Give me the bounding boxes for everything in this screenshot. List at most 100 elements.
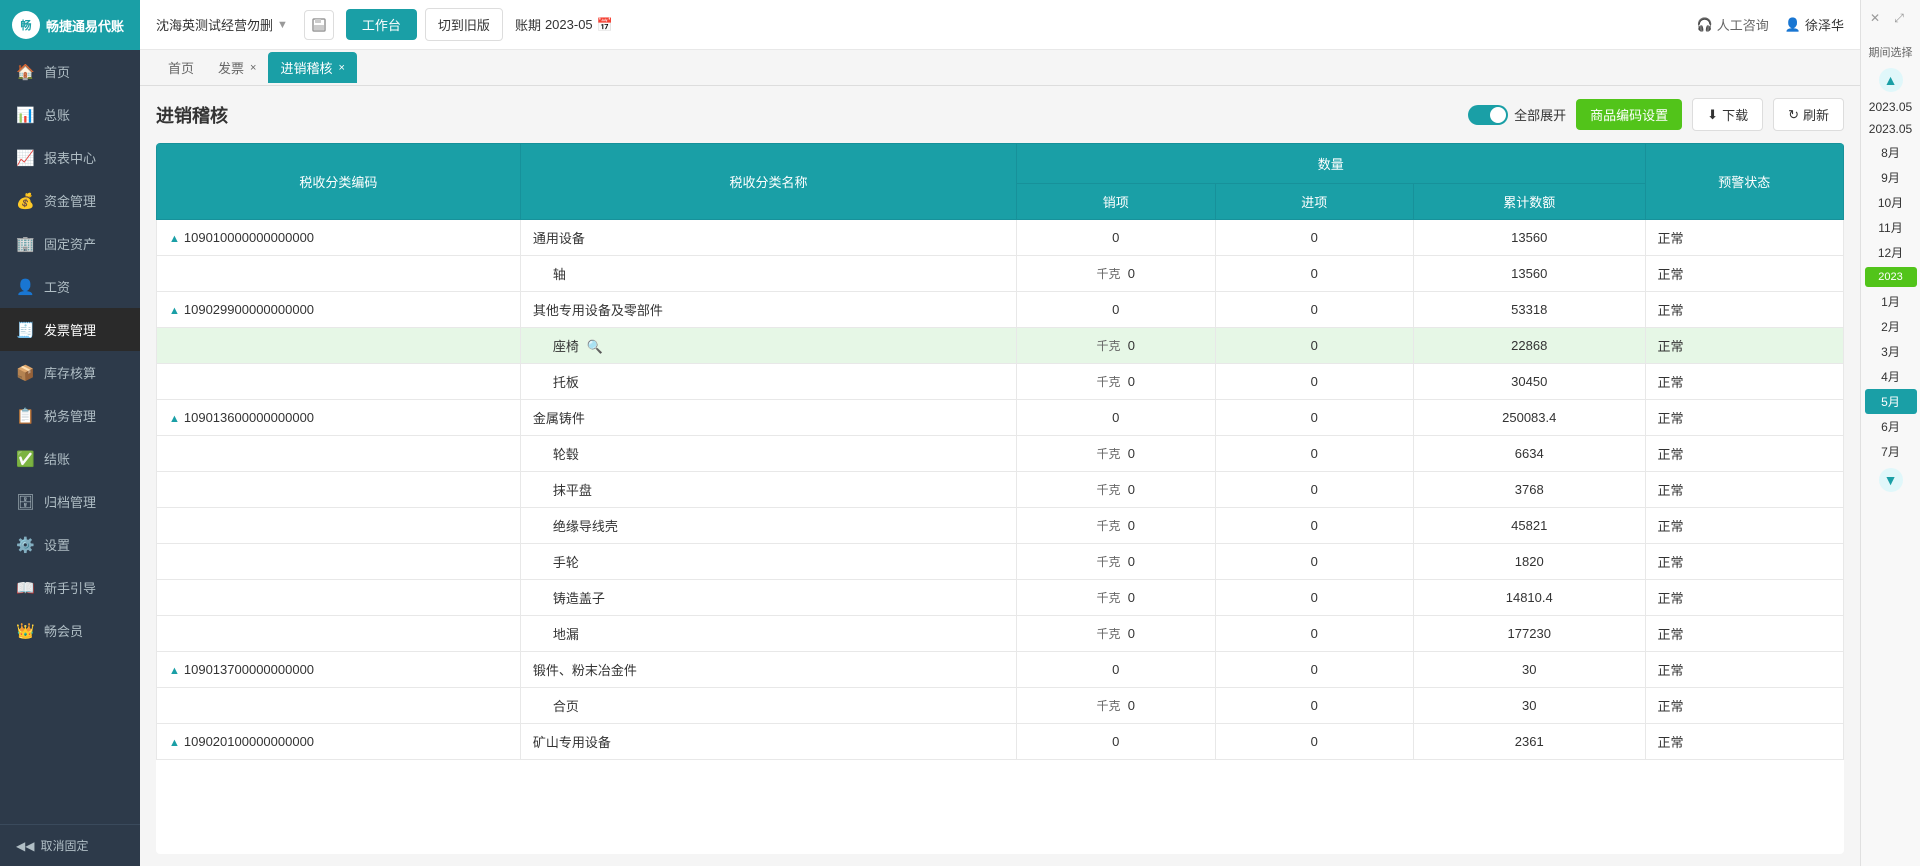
th-quantity-group: 数量 [1017, 144, 1645, 184]
period-item-14[interactable]: 7月 [1865, 439, 1917, 464]
period-item-7[interactable]: 2023 [1865, 267, 1917, 287]
period-item-5[interactable]: 11月 [1865, 215, 1917, 240]
collapse-icon-14[interactable]: ▲ [169, 737, 180, 749]
period-scroll-up[interactable]: ▲ [1879, 68, 1903, 92]
sidebar-item-总账[interactable]: 📊 总账 [0, 93, 140, 136]
td-sale: 千克 0 [1017, 256, 1215, 292]
sidebar-footer[interactable]: ◀◀ 取消固定 [0, 824, 140, 866]
period-item-12[interactable]: 5月 [1865, 389, 1917, 414]
page-actions: 全部展开 商品编码设置 ⬇ 下载 ↻ 刷新 [1468, 98, 1844, 131]
search-icon-3[interactable]: 🔍 [587, 339, 603, 354]
tab-进销稽核[interactable]: 进销稽核× [268, 52, 356, 83]
user-menu[interactable]: 👤 徐泽华 [1785, 15, 1844, 34]
collapse-icon-12[interactable]: ▲ [169, 665, 180, 677]
refresh-button[interactable]: ↻ 刷新 [1773, 98, 1844, 131]
download-icon: ⬇ [1707, 107, 1718, 123]
sidebar-label-10: 归档管理 [44, 492, 96, 511]
sidebar-item-工资[interactable]: 👤 工资 [0, 265, 140, 308]
sidebar-item-新手引导[interactable]: 📖 新手引导 [0, 566, 140, 609]
sidebar-item-首页[interactable]: 🏠 首页 [0, 50, 140, 93]
td-code [157, 436, 521, 472]
td-status: 正常 [1645, 256, 1843, 292]
workbench-button[interactable]: 工作台 [346, 9, 417, 40]
toggle-all-switch[interactable] [1468, 105, 1508, 125]
product-code-button[interactable]: 商品编码设置 [1576, 99, 1682, 130]
period-item-6[interactable]: 12月 [1865, 240, 1917, 265]
sidebar-item-固定资产[interactable]: 🏢 固定资产 [0, 222, 140, 265]
th-tax-name: 税收分类名称 [520, 144, 1016, 220]
period-scroll-down[interactable]: ▼ [1879, 468, 1903, 492]
td-name: 绝缘导线壳 [520, 508, 1016, 544]
sidebar-item-税务管理[interactable]: 📋 税务管理 [0, 394, 140, 437]
period-value: 2023-05 [545, 17, 593, 32]
sidebar-item-库存核算[interactable]: 📦 库存核算 [0, 351, 140, 394]
company-selector[interactable]: 沈海英测试经营勿删 ▼ [156, 15, 288, 34]
table-row: ▲109029900000000000 其他专用设备及零部件 0 0 53318… [157, 292, 1844, 328]
sidebar-item-发票管理[interactable]: 🧾 发票管理 [0, 308, 140, 351]
table-row: 座椅🔍 千克 0 0 22868 正常 [157, 328, 1844, 364]
td-code [157, 364, 521, 400]
sidebar-icon-0: 🏠 [16, 63, 36, 81]
sidebar: 畅 畅捷通易代账 🏠 首页 📊 总账 📈 报表中心 💰 资金管理 🏢 固定资产 … [0, 0, 140, 866]
tab-首页[interactable]: 首页 [156, 52, 206, 83]
td-name: 座椅🔍 [520, 328, 1016, 364]
period-item-10[interactable]: 3月 [1865, 339, 1917, 364]
tab-close-1[interactable]: × [250, 62, 256, 74]
period-item-4[interactable]: 10月 [1865, 190, 1917, 215]
td-total: 53318 [1413, 292, 1645, 328]
period-item-11[interactable]: 4月 [1865, 364, 1917, 389]
period-item-13[interactable]: 6月 [1865, 414, 1917, 439]
td-name: 托板 [520, 364, 1016, 400]
td-code [157, 472, 521, 508]
old-version-button[interactable]: 切到旧版 [425, 8, 503, 41]
sidebar-footer-label: 取消固定 [40, 837, 88, 854]
period-item-3[interactable]: 9月 [1865, 165, 1917, 190]
sidebar-label-8: 税务管理 [44, 406, 96, 425]
td-code: ▲109029900000000000 [157, 292, 521, 328]
sidebar-item-报表中心[interactable]: 📈 报表中心 [0, 136, 140, 179]
td-name: 其他专用设备及零部件 [520, 292, 1016, 328]
calendar-icon[interactable]: 📅 [597, 17, 613, 33]
td-sale: 0 [1017, 724, 1215, 760]
period-item-2[interactable]: 8月 [1865, 140, 1917, 165]
sidebar-icon-11: ⚙️ [16, 536, 36, 554]
collapse-icon-5[interactable]: ▲ [169, 413, 180, 425]
td-code: ▲109013700000000000 [157, 652, 521, 688]
toggle-all-control: 全部展开 [1468, 105, 1566, 125]
th-total: 累计数额 [1413, 184, 1645, 220]
td-purchase: 0 [1215, 580, 1413, 616]
td-name: 轴 [520, 256, 1016, 292]
sidebar-item-归档管理[interactable]: 🗄 归档管理 [0, 480, 140, 523]
period-item-1[interactable]: 2023.05 [1865, 118, 1917, 140]
sidebar-icon-6: 🧾 [16, 321, 36, 339]
tab-发票[interactable]: 发票× [206, 52, 268, 83]
td-status: 正常 [1645, 400, 1843, 436]
period-item-0[interactable]: 2023.05 [1865, 96, 1917, 118]
collapse-icon-0[interactable]: ▲ [169, 233, 180, 245]
table-row: 抹平盘 千克 0 0 3768 正常 [157, 472, 1844, 508]
save-button[interactable] [304, 10, 334, 40]
period-item-8[interactable]: 1月 [1865, 289, 1917, 314]
sidebar-item-结账[interactable]: ✅ 结账 [0, 437, 140, 480]
sidebar-item-设置[interactable]: ⚙️ 设置 [0, 523, 140, 566]
td-sale: 千克 0 [1017, 472, 1215, 508]
panel-expand-btn[interactable]: ⤢ [1889, 8, 1909, 28]
sidebar-item-畅会员[interactable]: 👑 畅会员 [0, 609, 140, 652]
td-total: 177230 [1413, 616, 1645, 652]
sidebar-icon-13: 👑 [16, 622, 36, 640]
period-item-9[interactable]: 2月 [1865, 314, 1917, 339]
period-list: 2023.052023.058月9月10月11月12月20231月2月3月4月5… [1865, 96, 1917, 464]
table-row: 铸造盖子 千克 0 0 14810.4 正常 [157, 580, 1844, 616]
support-button[interactable]: 🎧 人工咨询 [1697, 15, 1769, 34]
sidebar-item-资金管理[interactable]: 💰 资金管理 [0, 179, 140, 222]
td-code: ▲109010000000000000 [157, 220, 521, 256]
td-code [157, 580, 521, 616]
data-table-wrap: 税收分类编码 税收分类名称 数量 预警状态 销项 进项 累计数额 ▲109010… [156, 143, 1844, 854]
download-button[interactable]: ⬇ 下载 [1692, 98, 1763, 131]
td-code [157, 508, 521, 544]
tab-close-2[interactable]: × [338, 62, 344, 74]
collapse-icon-2[interactable]: ▲ [169, 305, 180, 317]
td-status: 正常 [1645, 508, 1843, 544]
panel-close-btn[interactable]: ✕ [1865, 8, 1885, 28]
th-sale: 销项 [1017, 184, 1215, 220]
